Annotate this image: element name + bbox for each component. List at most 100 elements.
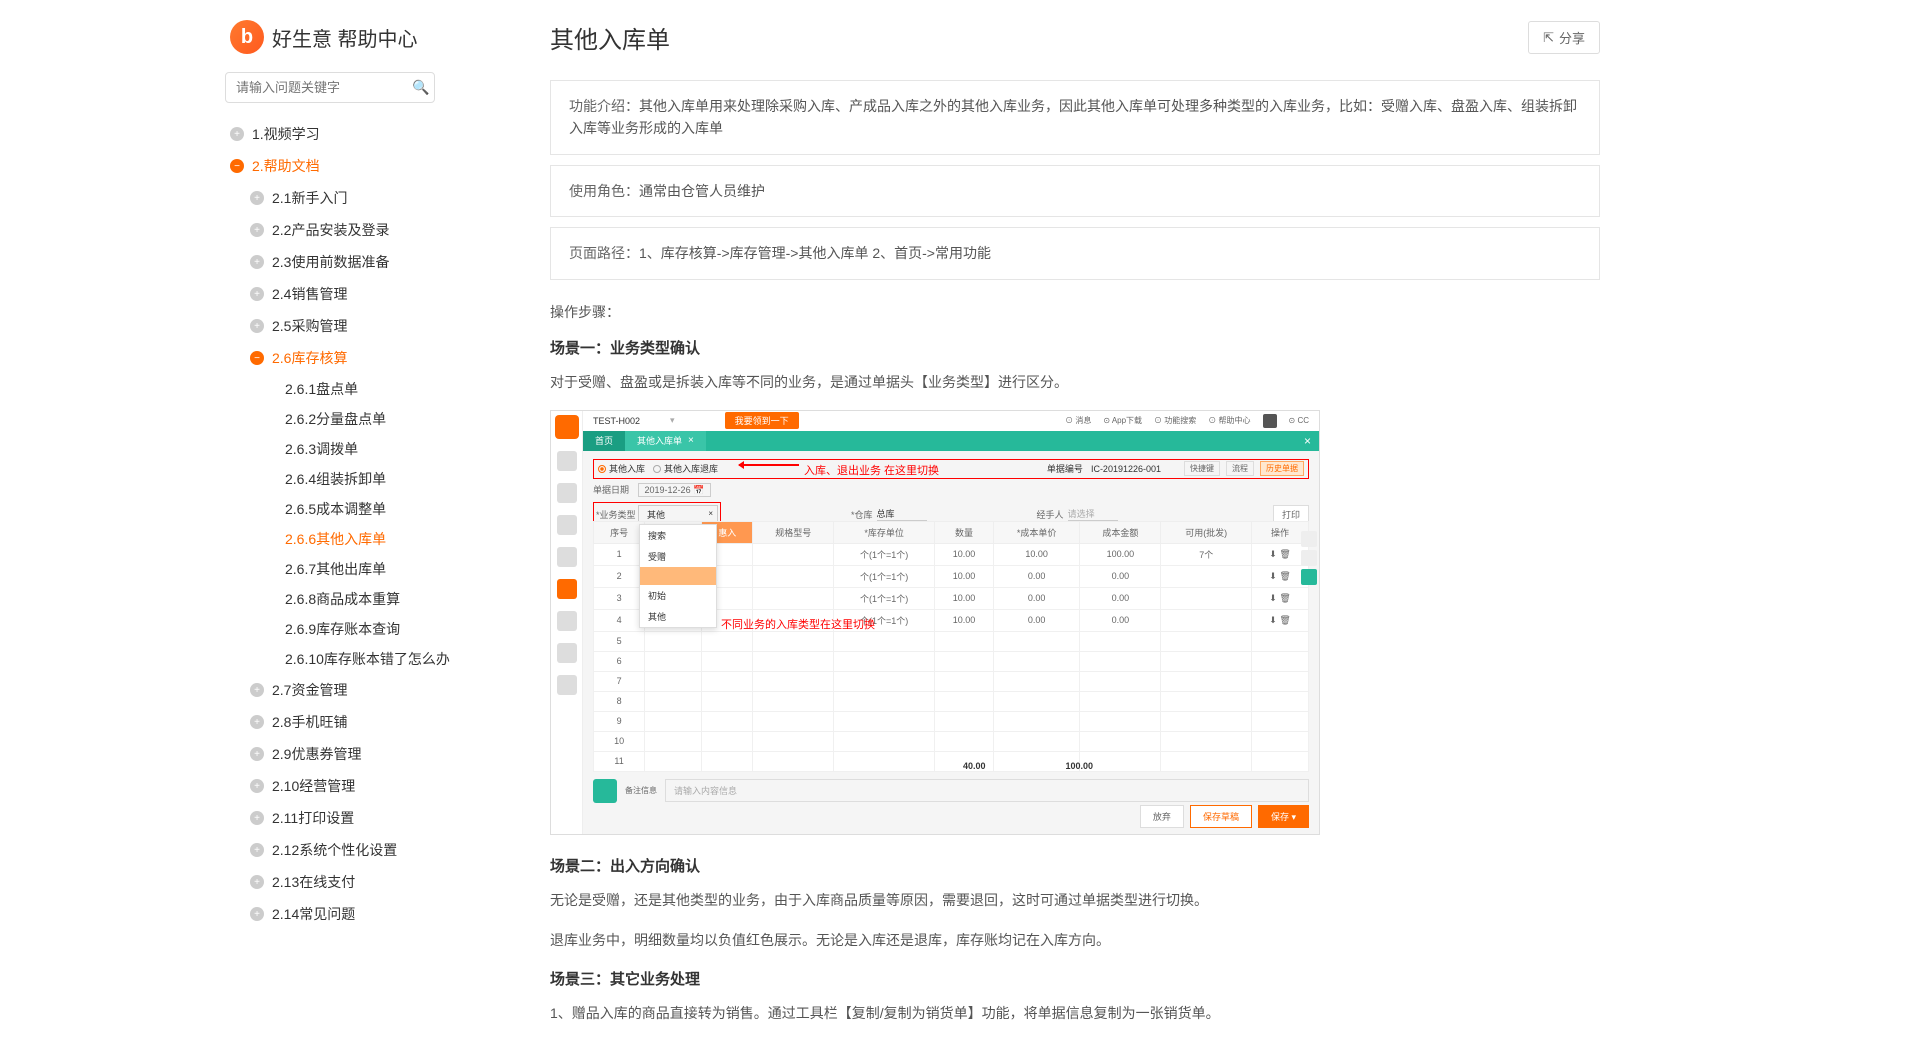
nav-item-label: 2.6.7其他出库单: [285, 559, 386, 579]
nav-item-label: 2.8手机旺铺: [272, 712, 347, 732]
ss-annotation: 入库、退出业务 在这里切换: [804, 462, 939, 478]
ss-th: 数量: [935, 521, 994, 543]
ss-radio-in: 其他入库: [598, 462, 645, 475]
nav-item-13[interactable]: 2.6.6其他入库单: [225, 524, 450, 554]
logo[interactable]: b 好生意 帮助中心: [225, 20, 450, 54]
ss-topbar-link: ⊙ 消息: [1065, 415, 1091, 426]
nav-item-22[interactable]: +2.11打印设置: [225, 802, 450, 834]
nav-item-18[interactable]: +2.7资金管理: [225, 674, 450, 706]
screenshot-image: TEST-H002 ▾ 我要领到一下 ⊙ 消息⊙ App下载⊙ 功能搜索⊙ 帮助…: [550, 410, 1320, 835]
ss-dropdown-option: 受赠: [640, 546, 716, 567]
ss-nav-icon: [557, 579, 577, 599]
table-row: 8: [594, 691, 1309, 711]
ss-th: *成本单价: [993, 521, 1080, 543]
ss-dropdown-option: 其他: [640, 606, 716, 627]
plus-icon: +: [250, 843, 264, 857]
nav-item-6[interactable]: +2.5采购管理: [225, 310, 450, 342]
plus-icon: +: [250, 875, 264, 889]
share-button[interactable]: ⇱ 分享: [1528, 21, 1600, 54]
nav-item-11[interactable]: 2.6.4组装拆卸单: [225, 464, 450, 494]
search-icon[interactable]: 🔍: [412, 79, 429, 96]
nav-item-label: 2.2产品安装及登录: [272, 220, 389, 240]
nav-item-25[interactable]: +2.14常见问题: [225, 898, 450, 930]
ss-topbar-link: ⊙ 帮助中心: [1208, 415, 1250, 426]
nav-item-4[interactable]: +2.3使用前数据准备: [225, 246, 450, 278]
nav-item-label: 2.6库存核算: [272, 348, 347, 368]
ss-th: 操作: [1252, 521, 1309, 543]
nav-item-label: 2.6.8商品成本重算: [285, 589, 400, 609]
ss-radio-return: 其他入库退库: [653, 462, 718, 475]
ss-tab-active: 其他入库单×: [625, 431, 706, 451]
nav-item-14[interactable]: 2.6.7其他出库单: [225, 554, 450, 584]
nav-item-9[interactable]: 2.6.2分量盘点单: [225, 404, 450, 434]
ss-toolbar-item: 历史单据: [1260, 461, 1304, 476]
nav-item-label: 2.12系统个性化设置: [272, 840, 397, 860]
ss-tool-icon: [1301, 531, 1317, 547]
nav-item-19[interactable]: +2.8手机旺铺: [225, 706, 450, 738]
plus-icon: +: [230, 127, 244, 141]
nav-item-12[interactable]: 2.6.5成本调整单: [225, 494, 450, 524]
ss-nav-icon: [557, 643, 577, 663]
ss-nav-icon: [557, 675, 577, 695]
nav-list: +1.视频学习−2.帮助文档+2.1新手入门+2.2产品安装及登录+2.3使用前…: [225, 118, 450, 930]
nav-item-label: 2.10经营管理: [272, 776, 355, 796]
nav-item-7[interactable]: −2.6库存核算: [225, 342, 450, 374]
scenario2-text1: 无论是受赠，还是其他类型的业务，由于入库商品质量等原因，需要退回，这时可通过单据…: [550, 888, 1600, 913]
nav-item-16[interactable]: 2.6.9库存账本查询: [225, 614, 450, 644]
plus-icon: +: [250, 683, 264, 697]
ss-nav-icon: [557, 611, 577, 631]
ss-topbar-link: ⊙ 功能搜索: [1154, 415, 1196, 426]
sidebar: b 好生意 帮助中心 🔍 +1.视频学习−2.帮助文档+2.1新手入门+2.2产…: [210, 0, 450, 1061]
ss-th: 成本金额: [1080, 521, 1161, 543]
plus-icon: +: [250, 223, 264, 237]
nav-item-10[interactable]: 2.6.3调拨单: [225, 434, 450, 464]
table-row: 9: [594, 711, 1309, 731]
nav-item-24[interactable]: +2.13在线支付: [225, 866, 450, 898]
nav-item-23[interactable]: +2.12系统个性化设置: [225, 834, 450, 866]
nav-item-1[interactable]: −2.帮助文档: [225, 150, 450, 182]
nav-item-label: 1.视频学习: [252, 124, 320, 144]
scenario2-title: 场景二：出入方向确认: [550, 855, 1600, 876]
nav-item-label: 2.1新手入门: [272, 188, 347, 208]
nav-item-20[interactable]: +2.9优惠券管理: [225, 738, 450, 770]
ss-th: 可用(批发): [1161, 521, 1252, 543]
nav-item-17[interactable]: 2.6.10库存账本错了怎么办: [225, 644, 450, 674]
avatar-icon: [1263, 414, 1277, 428]
plus-icon: +: [250, 907, 264, 921]
ss-logo-icon: [555, 415, 579, 439]
nav-item-2[interactable]: +2.1新手入门: [225, 182, 450, 214]
nav-item-label: 2.6.9库存账本查询: [285, 619, 400, 639]
ss-tool-icon: [1301, 550, 1317, 566]
nav-item-label: 2.9优惠券管理: [272, 744, 361, 764]
share-icon: ⇱: [1543, 30, 1554, 46]
table-row: 5: [594, 631, 1309, 651]
minus-icon: −: [250, 351, 264, 365]
nav-item-label: 2.14常见问题: [272, 904, 355, 924]
path-box: 页面路径：1、库存核算->库存管理->其他入库单 2、首页->常用功能: [550, 227, 1600, 279]
scenario1-text: 对于受赠、盘盈或是拆装入库等不同的业务，是通过单据头【业务类型】进行区分。: [550, 370, 1600, 395]
ss-discard-button: 放弃: [1140, 805, 1184, 828]
scenario3-text: 1、赠品入库的商品直接转为销售。通过工具栏【复制/复制为销货单】功能，将单据信息…: [550, 1001, 1600, 1026]
ss-dropdown-option: 初始: [640, 585, 716, 606]
plus-icon: +: [250, 255, 264, 269]
plus-icon: +: [250, 319, 264, 333]
nav-item-8[interactable]: 2.6.1盘点单: [225, 374, 450, 404]
ss-annotation: 不同业务的入库类型在这里切换: [721, 616, 875, 632]
nav-item-15[interactable]: 2.6.8商品成本重算: [225, 584, 450, 614]
plus-icon: +: [250, 287, 264, 301]
nav-item-21[interactable]: +2.10经营管理: [225, 770, 450, 802]
nav-item-label: 2.6.6其他入库单: [285, 529, 386, 549]
plus-icon: +: [250, 715, 264, 729]
nav-item-label: 2.11打印设置: [272, 808, 354, 828]
nav-item-0[interactable]: +1.视频学习: [225, 118, 450, 150]
table-row: 10: [594, 731, 1309, 751]
ss-tab-home: 首页: [583, 431, 625, 451]
search-box[interactable]: 🔍: [225, 72, 435, 103]
search-input[interactable]: [236, 80, 412, 95]
ss-topbar-link: ⊙ App下载: [1103, 415, 1142, 426]
ss-dropdown-option: [640, 567, 716, 585]
nav-item-3[interactable]: +2.2产品安装及登录: [225, 214, 450, 246]
minus-icon: −: [230, 159, 244, 173]
nav-item-label: 2.3使用前数据准备: [272, 252, 389, 272]
nav-item-5[interactable]: +2.4销售管理: [225, 278, 450, 310]
